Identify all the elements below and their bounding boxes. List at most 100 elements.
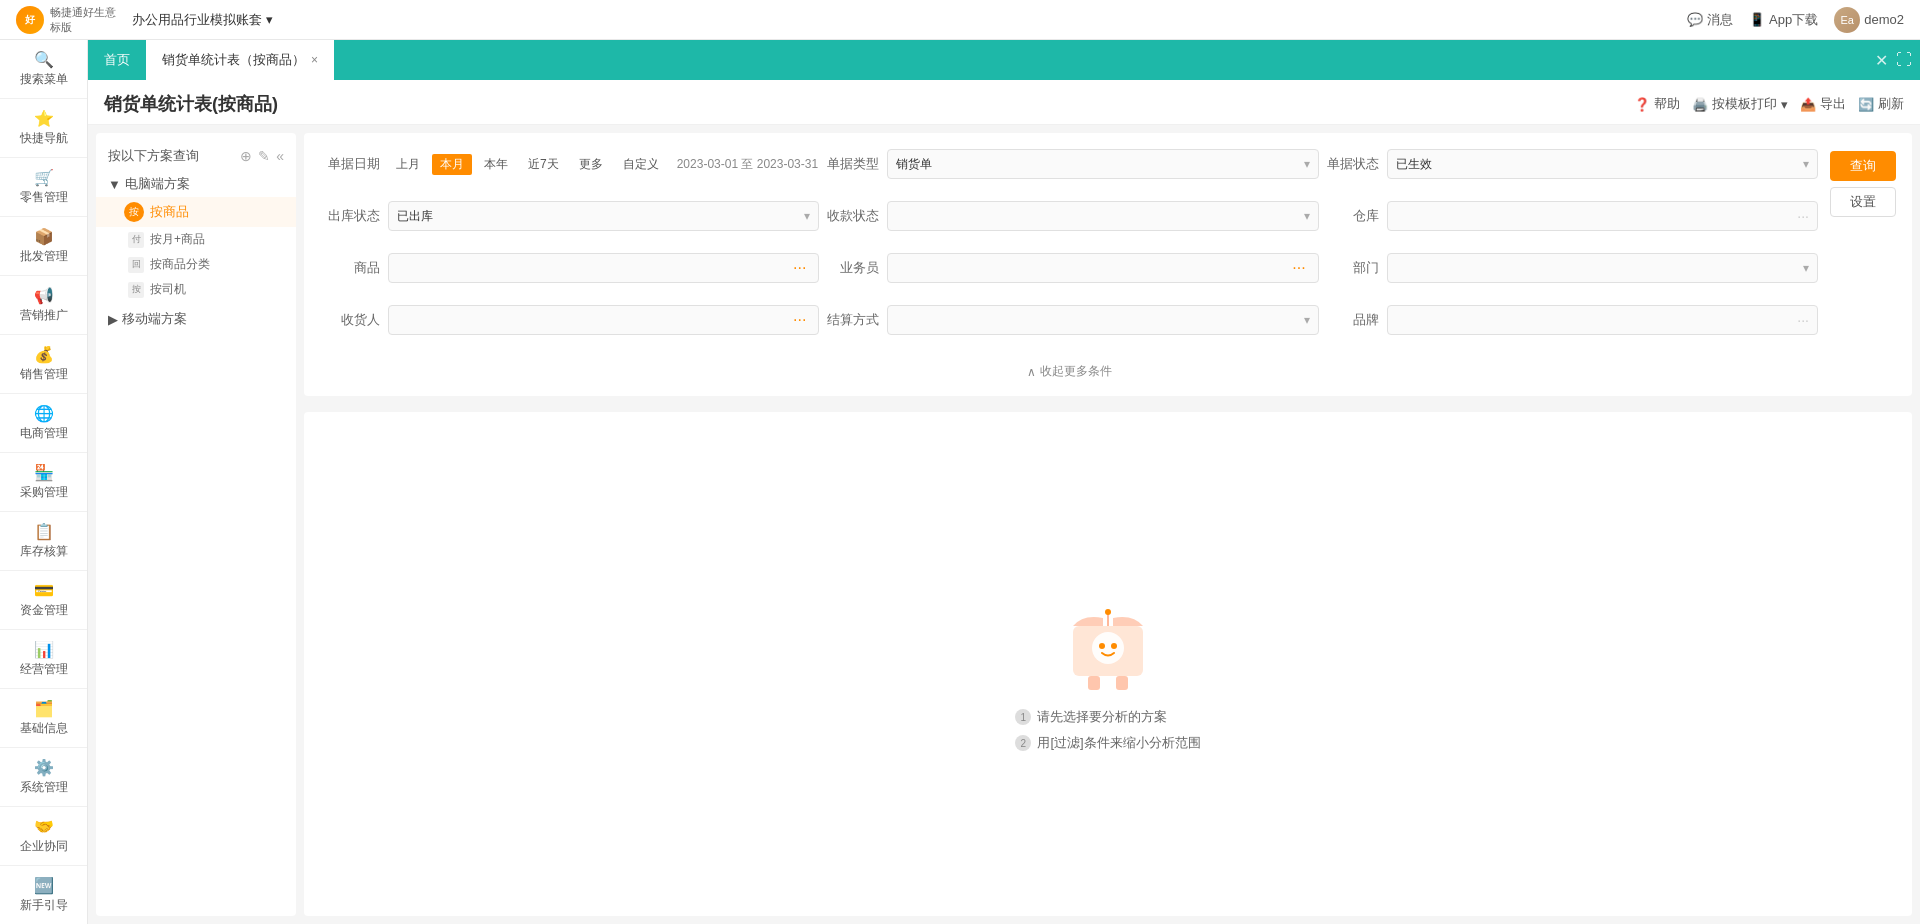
query-button[interactable]: 查询 — [1830, 151, 1896, 181]
sidebar-operations[interactable]: 📊 经营管理 — [0, 630, 87, 689]
svg-rect-6 — [1088, 676, 1100, 690]
filter-row-3: 商品 ··· 业务员 — [320, 253, 1818, 283]
sidebar-system-mgmt[interactable]: ⚙️ 系统管理 — [0, 748, 87, 807]
date-tab-custom[interactable]: 自定义 — [615, 154, 667, 175]
empty-tips: 1 请先选择要分析的方案 2 用[过滤]条件来缩小分析范围 — [1015, 708, 1200, 752]
tab-close-icon[interactable]: × — [311, 53, 318, 67]
account-selector[interactable]: 办公用品行业模拟账套 ▾ — [124, 11, 281, 29]
filter-item-status: 单据状态 已生效 ▾ — [1319, 149, 1818, 179]
date-tab-last-month[interactable]: 上月 — [388, 154, 428, 175]
sidebar-ecommerce-mgmt[interactable]: 🌐 电商管理 — [0, 394, 87, 453]
receiver-input[interactable]: ··· — [388, 305, 819, 335]
print-arrow-icon: ▾ — [1781, 97, 1788, 112]
sidebar-inventory[interactable]: 📋 库存核算 — [0, 512, 87, 571]
sidebar-search-menu[interactable]: 🔍 搜索菜单 — [0, 40, 87, 99]
goods-label: 商品 — [320, 259, 380, 277]
goods-category-icon: 回 — [128, 257, 144, 273]
add-scheme-icon[interactable]: ⊕ — [240, 148, 252, 164]
filter-panel: 单据日期 上月 本月 本年 近7天 更多 — [304, 133, 1912, 396]
refresh-icon: 🔄 — [1858, 97, 1874, 112]
salesman-label: 业务员 — [819, 259, 879, 277]
warehouse-label: 仓库 — [1319, 207, 1379, 225]
date-tab-this-month[interactable]: 本月 — [432, 154, 472, 175]
template-print-button[interactable]: 🖨️ 按模板打印 ▾ — [1692, 95, 1788, 113]
sidebar-basic-info[interactable]: 🗂️ 基础信息 — [0, 689, 87, 748]
setting-button[interactable]: 设置 — [1830, 187, 1896, 217]
page-actions: ❓ 帮助 🖨️ 按模板打印 ▾ 📤 导出 🔄 刷新 — [1634, 95, 1904, 113]
salesman-input[interactable]: ··· — [887, 253, 1318, 283]
sidebar-retail-mgmt[interactable]: 🛒 零售管理 — [0, 158, 87, 217]
message-nav-item[interactable]: 💬 消息 — [1687, 11, 1733, 29]
type-select[interactable]: 销货单 ▾ — [887, 149, 1318, 179]
filter-row-1-container: 单据日期 上月 本月 本年 近7天 更多 — [320, 149, 1896, 380]
receiver-ellipsis-icon[interactable]: ··· — [789, 311, 810, 329]
type-label: 单据类型 — [819, 155, 879, 173]
filter-item-salesman: 业务员 ··· — [819, 253, 1318, 283]
tree-group-desktop-header[interactable]: ▼ 电脑端方案 — [96, 171, 296, 197]
user-nav-item[interactable]: Ea demo2 — [1834, 7, 1904, 33]
marketing-icon: 📢 — [4, 286, 83, 305]
tab-close-window-icon[interactable]: ✕ — [1875, 51, 1888, 70]
filter-rows: 单据日期 上月 本月 本年 近7天 更多 — [320, 149, 1818, 380]
filter-row-2: 出库状态 已出库 ▾ 收款状态 — [320, 201, 1818, 231]
tree-group-mobile: ▶ 移动端方案 — [96, 306, 296, 332]
empty-state: 1 请先选择要分析的方案 2 用[过滤]条件来缩小分析范围 — [1015, 496, 1200, 832]
export-icon: 📤 — [1800, 97, 1816, 112]
sidebar-purchase-mgmt[interactable]: 🏪 采购管理 — [0, 453, 87, 512]
app-logo-icon: 好 — [16, 6, 44, 34]
date-tab-7days[interactable]: 近7天 — [520, 154, 567, 175]
svg-point-3 — [1111, 643, 1117, 649]
tree-item-by-month-goods[interactable]: 付 按月+商品 — [96, 227, 296, 252]
left-panel: 按以下方案查询 ⊕ ✎ « ▼ 电脑端方案 — [96, 133, 296, 916]
tab-fullscreen-icon[interactable]: ⛶ — [1896, 51, 1912, 69]
out-status-label: 出库状态 — [320, 207, 380, 225]
filter-item-brand: 品牌 ··· — [1319, 305, 1818, 335]
sidebar-enterprise-coop[interactable]: 🤝 企业协同 — [0, 807, 87, 866]
filter-row-1: 单据日期 上月 本月 本年 近7天 更多 — [320, 149, 1818, 179]
goods-input[interactable]: ··· — [388, 253, 819, 283]
sidebar-new-guide[interactable]: 🆕 新手引导 — [0, 866, 87, 924]
collapse-button[interactable]: ∧ 收起更多条件 — [1027, 363, 1112, 380]
sidebar-quick-nav[interactable]: ⭐ 快捷导航 — [0, 99, 87, 158]
tree-item-by-goods-category[interactable]: 回 按商品分类 — [96, 252, 296, 277]
empty-tip-2: 2 用[过滤]条件来缩小分析范围 — [1015, 734, 1200, 752]
goods-ellipsis-icon[interactable]: ··· — [789, 259, 810, 277]
brand-input[interactable]: ··· — [1387, 305, 1818, 335]
help-button[interactable]: ❓ 帮助 — [1634, 95, 1680, 113]
avatar: Ea — [1834, 7, 1860, 33]
date-tab-more[interactable]: 更多 — [571, 154, 611, 175]
app-download-nav-item[interactable]: 📱 App下载 — [1749, 11, 1818, 29]
date-range-text: 2023-03-01 至 2023-03-31 — [677, 156, 818, 173]
receipt-status-select[interactable]: ▾ — [887, 201, 1318, 231]
tab-active[interactable]: 销货单统计表（按商品） × — [146, 40, 334, 80]
sidebar-wholesale-mgmt[interactable]: 📦 批发管理 — [0, 217, 87, 276]
settlement-select[interactable]: ▾ — [887, 305, 1318, 335]
svg-point-2 — [1099, 643, 1105, 649]
export-button[interactable]: 📤 导出 — [1800, 95, 1846, 113]
tree-item-by-driver[interactable]: 按 按司机 — [96, 277, 296, 302]
sidebar-finance[interactable]: 💳 资金管理 — [0, 571, 87, 630]
date-filter: 上月 本月 本年 近7天 更多 自定义 2023-03-01 至 20 — [388, 154, 819, 175]
refresh-button[interactable]: 🔄 刷新 — [1858, 95, 1904, 113]
dept-select[interactable]: ▾ — [1387, 253, 1818, 283]
edit-scheme-icon[interactable]: ✎ — [258, 148, 270, 164]
warehouse-select[interactable]: ··· — [1387, 201, 1818, 231]
filter-item-settlement: 结算方式 ▾ — [819, 305, 1318, 335]
filter-item-out-status: 出库状态 已出库 ▾ — [320, 201, 819, 231]
tab-home[interactable]: 首页 — [88, 40, 146, 80]
status-select[interactable]: 已生效 ▾ — [1387, 149, 1818, 179]
message-icon: 💬 — [1687, 12, 1703, 27]
sidebar-marketing[interactable]: 📢 营销推广 — [0, 276, 87, 335]
tree-item-by-goods[interactable]: 按 按商品 — [96, 197, 296, 227]
tree-group-mobile-header[interactable]: ▶ 移动端方案 — [96, 306, 296, 332]
collapse-panel-icon[interactable]: « — [276, 148, 284, 164]
top-nav-right: 💬 消息 📱 App下载 Ea demo2 — [1687, 7, 1904, 33]
sidebar-sales-mgmt[interactable]: 💰 销售管理 — [0, 335, 87, 394]
out-status-select[interactable]: 已出库 ▾ — [388, 201, 819, 231]
date-tab-this-year[interactable]: 本年 — [476, 154, 516, 175]
sidebar: 🔍 搜索菜单 ⭐ 快捷导航 🛒 零售管理 📦 批发管理 📢 营销推广 💰 销售管… — [0, 40, 88, 924]
driver-icon: 按 — [128, 282, 144, 298]
salesman-ellipsis-icon[interactable]: ··· — [1288, 259, 1309, 277]
brand-label: 品牌 — [1319, 311, 1379, 329]
right-panel: 单据日期 上月 本月 本年 近7天 更多 — [304, 133, 1912, 916]
